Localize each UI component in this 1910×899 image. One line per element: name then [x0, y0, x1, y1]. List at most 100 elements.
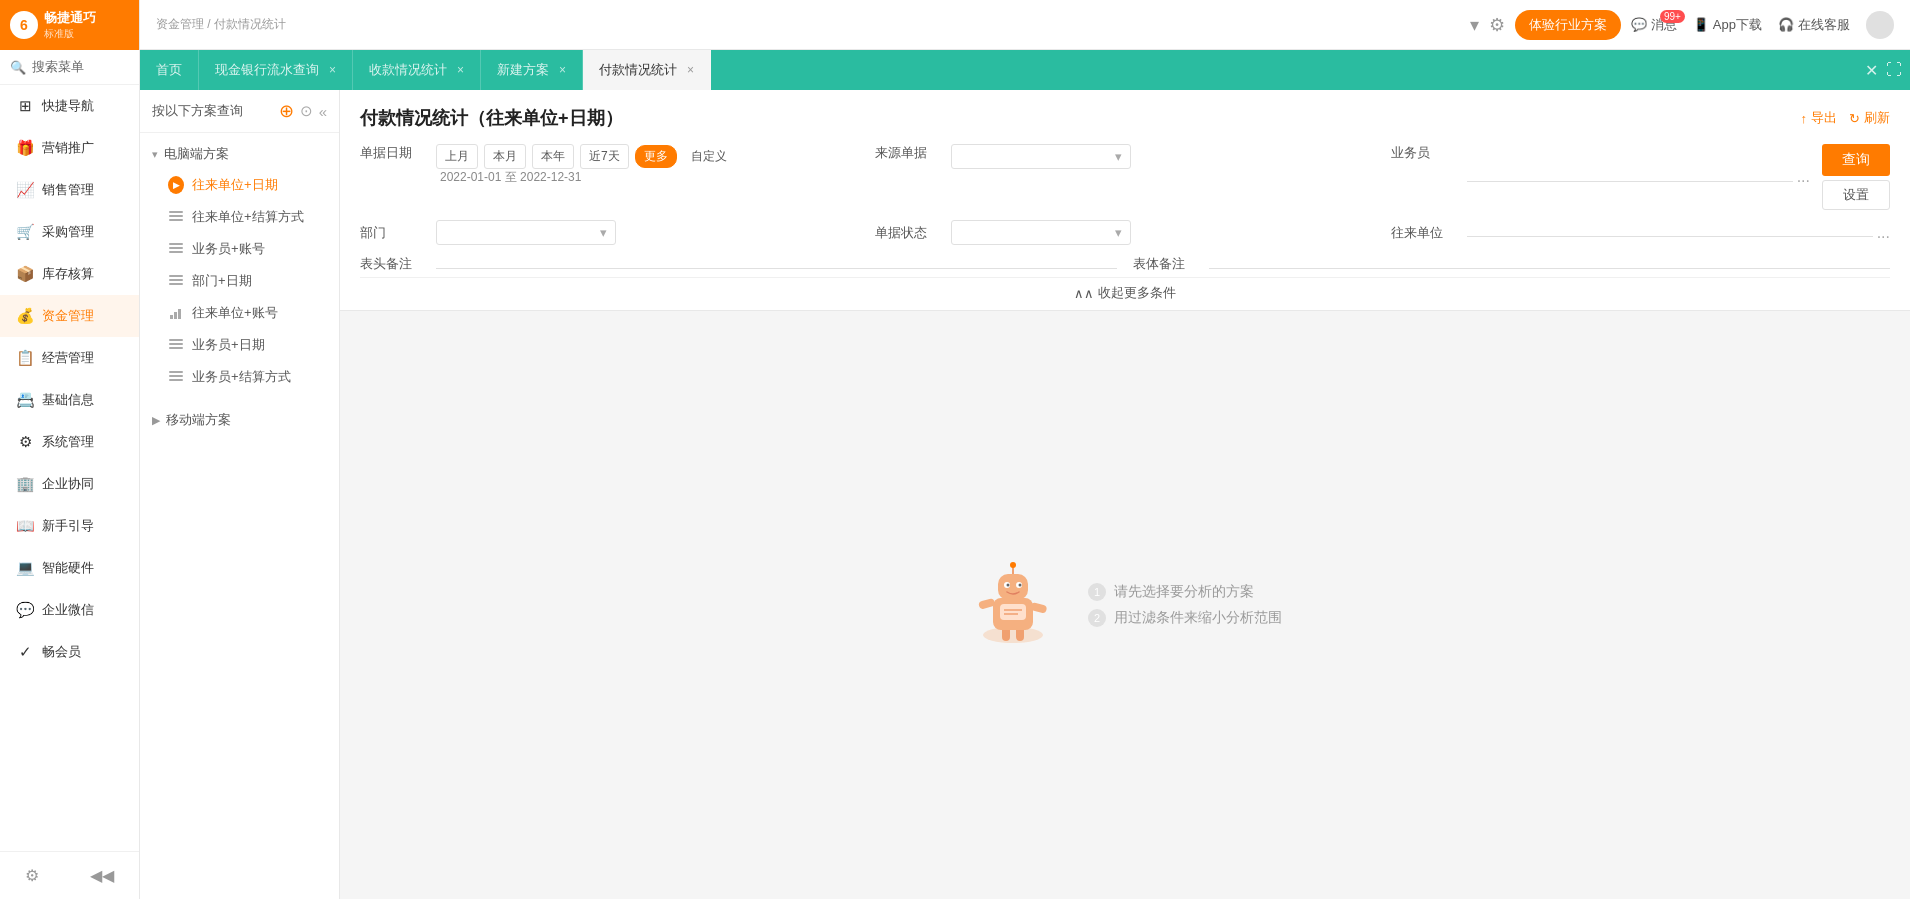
- tab-close-all-btn[interactable]: ✕: [1865, 61, 1878, 80]
- scheme-collapse-btn[interactable]: «: [319, 103, 327, 120]
- inventory-icon: 📦: [16, 265, 34, 283]
- unit-dots[interactable]: ...: [1877, 224, 1890, 242]
- sidebar-label: 采购管理: [42, 223, 94, 241]
- sidebar-label: 畅会员: [42, 643, 81, 661]
- hint-text-1: 请先选择要分析的方案: [1114, 583, 1254, 601]
- sales-icon: 📈: [16, 181, 34, 199]
- staff-input[interactable]: [1467, 173, 1793, 182]
- export-btn[interactable]: ↑ 导出: [1801, 109, 1838, 127]
- doc-status-select[interactable]: ▾: [951, 220, 1131, 245]
- staff-payment-label: 业务员+结算方式: [192, 368, 291, 386]
- unit-input[interactable]: [1467, 228, 1873, 237]
- app-download-btn[interactable]: 📱 App下载: [1693, 16, 1762, 34]
- tab-new-scheme-close[interactable]: ×: [559, 63, 566, 77]
- tab-bank-close[interactable]: ×: [329, 63, 336, 77]
- sidebar-collapse-btn[interactable]: ◀◀: [80, 860, 124, 891]
- date-btn-last-month[interactable]: 上月: [436, 144, 478, 169]
- scheme-settings-btn[interactable]: ⊙: [300, 102, 313, 120]
- sidebar-label: 基础信息: [42, 391, 94, 409]
- sidebar-item-sales[interactable]: 📈 销售管理: [0, 169, 139, 211]
- content-area: 按以下方案查询 ⊕ ⊙ « ▾ 电脑端方案 ▶ 往来单位+日期: [140, 90, 1910, 899]
- collapse-more-btn[interactable]: ∧∧ 收起更多条件: [360, 277, 1890, 310]
- scheme-desktop-toggle[interactable]: ▾ 电脑端方案: [140, 139, 339, 169]
- topbar: 资金管理 / 付款情况统计 ▾ ⚙ 体验行业方案 💬 消息 99+ 📱 App下…: [140, 0, 1910, 50]
- hint-text-2: 用过滤条件来缩小分析范围: [1114, 609, 1282, 627]
- breadcrumb-dropdown-icon[interactable]: ▾: [1470, 14, 1479, 36]
- breadcrumb: 资金管理 / 付款情况统计: [156, 16, 1460, 33]
- collapse-icon: ∧∧: [1074, 286, 1094, 301]
- scheme-item-unit-account[interactable]: 往来单位+账号: [140, 297, 339, 329]
- sidebar-item-finance[interactable]: 💰 资金管理: [0, 295, 139, 337]
- purchase-icon: 🛒: [16, 223, 34, 241]
- refresh-label: 刷新: [1864, 109, 1890, 127]
- scheme-item-staff-date[interactable]: 业务员+日期: [140, 329, 339, 361]
- scheme-header-left: 按以下方案查询: [152, 102, 243, 120]
- sidebar-item-system[interactable]: ⚙ 系统管理: [0, 421, 139, 463]
- sidebar-settings-btn[interactable]: ⚙: [15, 860, 49, 891]
- search-icon: 🔍: [10, 60, 26, 75]
- scheme-header-icons: ⊕ ⊙ «: [279, 100, 327, 122]
- staff-dots[interactable]: ...: [1797, 168, 1810, 186]
- filter-title-row: 付款情况统计（往来单位+日期） ↑ 导出 ↻ 刷新: [360, 106, 1890, 130]
- sidebar-item-enterprise[interactable]: 🏢 企业协同: [0, 463, 139, 505]
- tab-bank[interactable]: 现金银行流水查询 ×: [199, 50, 353, 90]
- unit-date-label: 往来单位+日期: [192, 176, 278, 194]
- tab-payment-close[interactable]: ×: [687, 63, 694, 77]
- tab-receipt-close[interactable]: ×: [457, 63, 464, 77]
- source-select[interactable]: ▾: [951, 144, 1131, 169]
- sidebar-label: 快捷导航: [42, 97, 94, 115]
- body-note-input[interactable]: [1209, 260, 1890, 269]
- sidebar-item-basic[interactable]: 📇 基础信息: [0, 379, 139, 421]
- dept-select[interactable]: ▾: [436, 220, 616, 245]
- sidebar-item-hardware[interactable]: 💻 智能硬件: [0, 547, 139, 589]
- date-btn-this-month[interactable]: 本月: [484, 144, 526, 169]
- scheme-add-btn[interactable]: ⊕: [279, 100, 294, 122]
- tab-home[interactable]: 首页: [140, 50, 199, 90]
- scheme-item-unit-date[interactable]: ▶ 往来单位+日期: [140, 169, 339, 201]
- date-btn-7days[interactable]: 近7天: [580, 144, 629, 169]
- tab-payment-label: 付款情况统计: [599, 61, 677, 79]
- date-btn-this-year[interactable]: 本年: [532, 144, 574, 169]
- sidebar-logo: 6 畅捷通巧 标准版: [0, 0, 139, 50]
- tab-fullscreen-btn[interactable]: ⛶: [1886, 61, 1902, 79]
- user-avatar[interactable]: [1866, 11, 1894, 39]
- tabbar: 首页 现金银行流水查询 × 收款情况统计 × 新建方案 × 付款情况统计 × ✕…: [140, 50, 1910, 90]
- svg-rect-14: [169, 347, 183, 349]
- svg-point-26: [1019, 584, 1022, 587]
- scheme-item-staff-account[interactable]: 业务员+账号: [140, 233, 339, 265]
- scheme-item-dept-date[interactable]: 部门+日期: [140, 265, 339, 297]
- scheme-mobile-toggle[interactable]: ▶ 移动端方案: [140, 405, 339, 435]
- unit-account-icon: [168, 305, 184, 321]
- marketing-icon: 🎁: [16, 139, 34, 157]
- sidebar-item-guide[interactable]: 📖 新手引导: [0, 505, 139, 547]
- header-note-input[interactable]: [436, 260, 1117, 269]
- sidebar-item-wechat[interactable]: 💬 企业微信: [0, 589, 139, 631]
- online-service-label: 在线客服: [1798, 16, 1850, 34]
- message-icon: 💬: [1631, 17, 1647, 32]
- sidebar-search[interactable]: 🔍 搜索菜单: [0, 50, 139, 85]
- export-icon: ↑: [1801, 111, 1808, 126]
- trial-btn[interactable]: 体验行业方案: [1515, 10, 1621, 40]
- sidebar-item-inventory[interactable]: 📦 库存核算: [0, 253, 139, 295]
- sidebar-item-quick-nav[interactable]: ⊞ 快捷导航: [0, 85, 139, 127]
- setting-btn[interactable]: 设置: [1822, 180, 1890, 210]
- message-btn[interactable]: 💬 消息 99+: [1631, 16, 1677, 34]
- scheme-item-staff-payment[interactable]: 业务员+结算方式: [140, 361, 339, 393]
- settings-icon[interactable]: ⚙: [1489, 14, 1505, 36]
- right-panel: 付款情况统计（往来单位+日期） ↑ 导出 ↻ 刷新 单据日期: [340, 90, 1910, 899]
- sidebar-item-marketing[interactable]: 🎁 营销推广: [0, 127, 139, 169]
- tab-new-scheme[interactable]: 新建方案 ×: [481, 50, 583, 90]
- page-title: 付款情况统计（往来单位+日期）: [360, 106, 623, 130]
- sidebar-item-member[interactable]: ✓ 畅会员: [0, 631, 139, 673]
- date-btn-more[interactable]: 更多: [635, 145, 677, 168]
- sidebar-item-purchase[interactable]: 🛒 采购管理: [0, 211, 139, 253]
- query-btn[interactable]: 查询: [1822, 144, 1890, 176]
- tab-receipt[interactable]: 收款情况统计 ×: [353, 50, 481, 90]
- online-service-btn[interactable]: 🎧 在线客服: [1778, 16, 1850, 34]
- scheme-item-unit-payment[interactable]: 往来单位+结算方式: [140, 201, 339, 233]
- refresh-btn[interactable]: ↻ 刷新: [1849, 109, 1890, 127]
- svg-rect-6: [169, 275, 183, 277]
- sidebar-item-operations[interactable]: 📋 经营管理: [0, 337, 139, 379]
- tab-payment[interactable]: 付款情况统计 ×: [583, 50, 711, 90]
- date-btn-custom[interactable]: 自定义: [683, 145, 735, 168]
